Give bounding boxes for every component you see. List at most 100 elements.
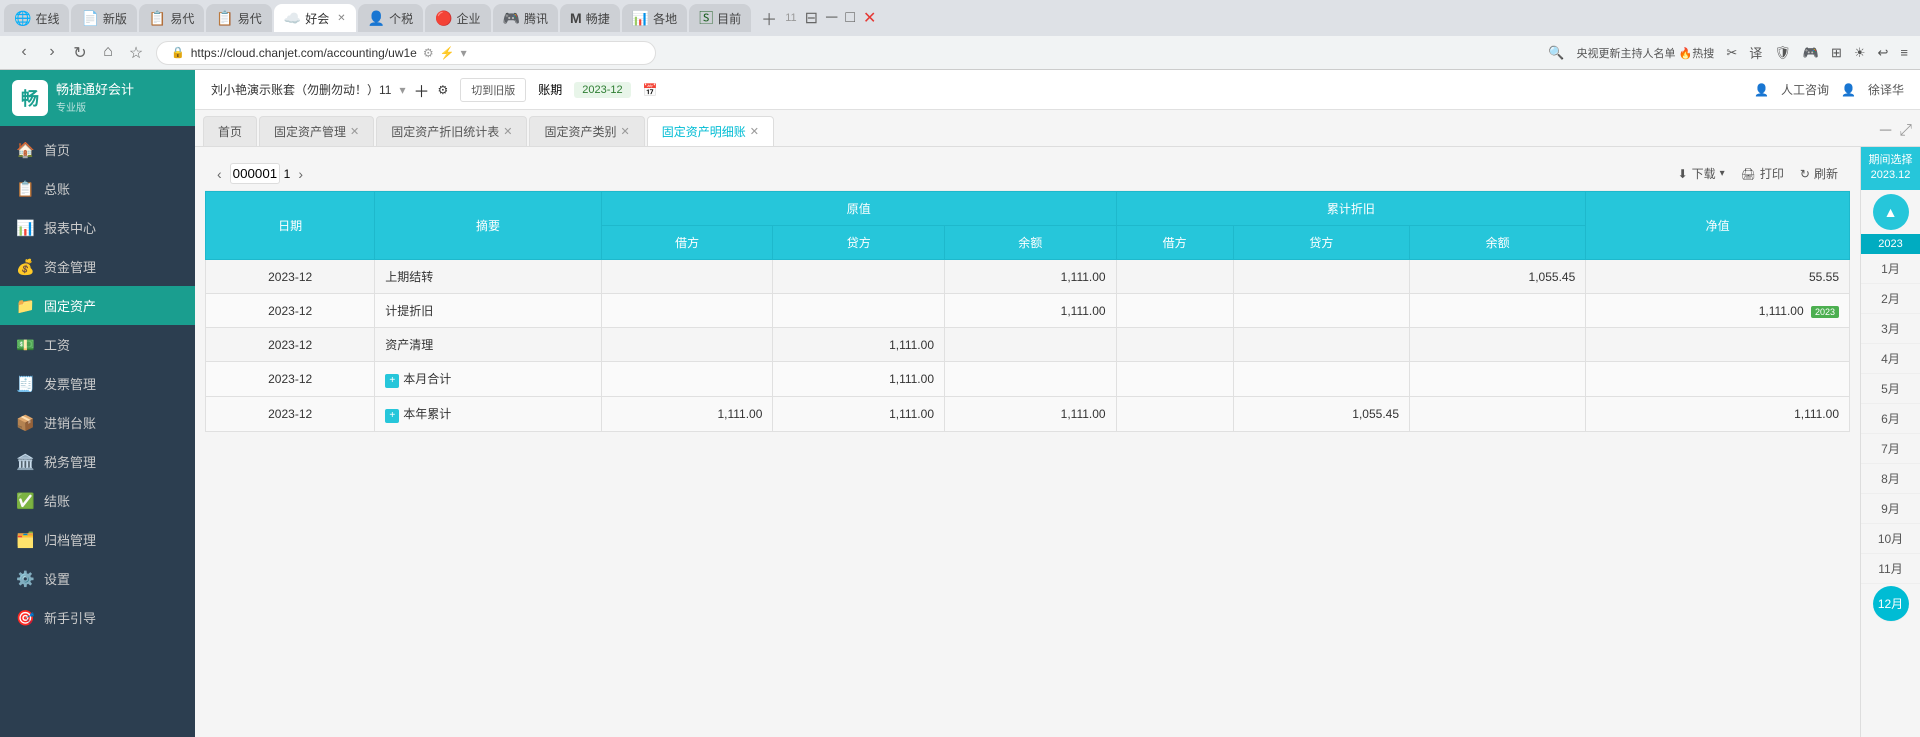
close-tab-haohui-icon[interactable]: ✕: [337, 13, 345, 24]
th-net-value: 净值: [1586, 192, 1850, 260]
print-button[interactable]: 🖨 打印: [1741, 165, 1784, 182]
shield-icon[interactable]: 🛡: [1774, 45, 1791, 61]
grid-icon[interactable]: ⊞: [1831, 45, 1842, 61]
close-tab-category-icon[interactable]: ✕: [621, 125, 630, 138]
browser-tab-gedi[interactable]: 📊 各地: [622, 4, 687, 32]
sidebar-item-payroll[interactable]: 💵 工资: [0, 325, 195, 364]
period-month-1[interactable]: 1月: [1861, 254, 1920, 284]
cell-orig-balance: 1,111.00: [945, 294, 1117, 328]
sidebar-item-invoice[interactable]: 🧾 发票管理: [0, 364, 195, 403]
tab-menu-icon[interactable]: ⊟: [805, 8, 818, 28]
period-month-7[interactable]: 7月: [1861, 434, 1920, 464]
close-browser-icon[interactable]: ✕: [863, 8, 876, 28]
dropdown-arrow-icon[interactable]: ▾: [461, 46, 467, 60]
dropdown-arrow-icon[interactable]: ▾: [399, 83, 405, 97]
bookmark-button[interactable]: ☆: [124, 43, 148, 63]
sidebar-item-sales[interactable]: 📦 进销台账: [0, 403, 195, 442]
period-month-6[interactable]: 6月: [1861, 404, 1920, 434]
user-name[interactable]: 徐译华: [1868, 81, 1904, 98]
browser-tab-geshui[interactable]: 👤 个税: [358, 4, 423, 32]
help-icon: 👤: [1754, 83, 1769, 97]
cell-dep-debit: [1116, 328, 1233, 362]
sidebar-item-close[interactable]: ✅ 结账: [0, 481, 195, 520]
sidebar-item-reports[interactable]: 📊 报表中心: [0, 208, 195, 247]
sidebar-item-funds[interactable]: 💰 资金管理: [0, 247, 195, 286]
maximize-icon[interactable]: □: [845, 9, 855, 27]
undo-icon[interactable]: ↩: [1878, 45, 1889, 61]
tab-home[interactable]: 首页: [203, 116, 257, 146]
translate-icon[interactable]: 译: [1749, 43, 1762, 62]
th-original-value: 原值: [601, 192, 1116, 226]
sidebar-item-fixed-assets[interactable]: 📁 固定资产: [0, 286, 195, 325]
tab-assets-category[interactable]: 固定资产类别 ✕: [529, 116, 644, 146]
cell-net-value: 55.55: [1586, 260, 1850, 294]
download-button[interactable]: ⬇ 下载 ▾: [1678, 165, 1725, 182]
menu-icon[interactable]: ≡: [1900, 45, 1908, 60]
cell-orig-debit: [601, 328, 773, 362]
period-month-8[interactable]: 8月: [1861, 464, 1920, 494]
cell-summary: +本月合计: [375, 362, 601, 397]
sidebar-item-home[interactable]: 🏠 首页: [0, 130, 195, 169]
sidebar-item-ledger[interactable]: 📋 总账: [0, 169, 195, 208]
add-company-icon[interactable]: ＋: [414, 78, 430, 102]
reload-button[interactable]: ↻: [68, 43, 92, 63]
scissors-icon[interactable]: ✂: [1726, 45, 1737, 61]
cell-dep-debit: [1116, 362, 1233, 397]
help-text[interactable]: 人工咨询: [1781, 81, 1829, 98]
url-bar[interactable]: 🔒 https://cloud.chanjet.com/accounting/u…: [156, 41, 656, 65]
close-tab-detail-icon[interactable]: ✕: [750, 125, 759, 138]
forward-button[interactable]: ›: [40, 43, 64, 63]
settings-icon[interactable]: ☀: [1854, 45, 1866, 61]
search-icon: 🔍: [1548, 45, 1564, 61]
sidebar-item-tax[interactable]: 🏛️ 税务管理: [0, 442, 195, 481]
tab-depreciation-stats[interactable]: 固定资产折旧统计表 ✕: [376, 116, 527, 146]
sidebar-label-assets: 固定资产: [44, 296, 96, 315]
back-button[interactable]: ‹: [12, 43, 36, 63]
period-month-9[interactable]: 9月: [1861, 494, 1920, 524]
browser-tab-xinban[interactable]: 📄 新版: [71, 4, 136, 32]
period-month-4[interactable]: 4月: [1861, 344, 1920, 374]
calendar-icon[interactable]: 📅: [643, 83, 658, 97]
browser-tab-muqian[interactable]: 🅂 目前: [689, 4, 751, 32]
scroll-top-button[interactable]: ▲: [1873, 194, 1909, 230]
browser-tab-changjie[interactable]: M 畅捷: [560, 4, 620, 32]
close-tab-assets-mgmt-icon[interactable]: ✕: [350, 125, 359, 138]
close-tab-depreciation-icon[interactable]: ✕: [503, 125, 512, 138]
browser-tab-qiye[interactable]: 🔴 企业: [425, 4, 490, 32]
period-month-12[interactable]: 12月: [1873, 586, 1909, 622]
browser-tab-yidai1[interactable]: 📋 易代: [139, 4, 204, 32]
period-month-2[interactable]: 2月: [1861, 284, 1920, 314]
next-page-button[interactable]: ›: [298, 166, 303, 182]
page-number-input[interactable]: [230, 163, 280, 184]
home-button[interactable]: ⌂: [96, 43, 120, 63]
period-year-active[interactable]: 2023: [1861, 234, 1920, 254]
cell-orig-credit: 1,111.00: [773, 362, 945, 397]
sales-icon: 📦: [16, 414, 34, 432]
switch-version-button[interactable]: 切到旧版: [460, 78, 526, 102]
minimize-icon[interactable]: ─: [826, 9, 837, 27]
sidebar-item-archive[interactable]: 🗂️ 归档管理: [0, 520, 195, 559]
game-icon[interactable]: 🎮: [1803, 45, 1819, 61]
add-tab-icon[interactable]: ＋: [761, 6, 777, 30]
browser-tab-tengxun[interactable]: 🎮 腾讯: [493, 4, 558, 32]
settings-company-icon[interactable]: ⚙: [438, 83, 449, 97]
browser-tab-yidai2[interactable]: 📋 易代: [206, 4, 271, 32]
tab-fixed-assets-mgmt[interactable]: 固定资产管理 ✕: [259, 116, 374, 146]
browser-tab-haohui[interactable]: ☁️ 好会 ✕: [274, 4, 356, 32]
expand-panel-icon[interactable]: ⤢: [1899, 122, 1912, 140]
tab-category-label: 固定资产类别: [544, 123, 616, 140]
sidebar-item-settings[interactable]: ⚙️ 设置: [0, 559, 195, 598]
sidebar-subtitle: 专业版: [56, 99, 134, 114]
tab-assets-detail[interactable]: 固定资产明细账 ✕: [647, 116, 774, 146]
refresh-button[interactable]: ↻ 刷新: [1800, 165, 1838, 182]
prev-page-button[interactable]: ‹: [217, 166, 222, 182]
period-month-5[interactable]: 5月: [1861, 374, 1920, 404]
minimize-panel-icon[interactable]: ─: [1880, 122, 1891, 140]
sidebar-item-guide[interactable]: 🎯 新手引导: [0, 598, 195, 637]
th-summary: 摘要: [375, 192, 601, 260]
period-month-11[interactable]: 11月: [1861, 554, 1920, 584]
sidebar-label-settings: 设置: [44, 569, 70, 588]
period-month-3[interactable]: 3月: [1861, 314, 1920, 344]
period-month-10[interactable]: 10月: [1861, 524, 1920, 554]
browser-tab-zaixin[interactable]: 🌐 在线: [4, 4, 69, 32]
